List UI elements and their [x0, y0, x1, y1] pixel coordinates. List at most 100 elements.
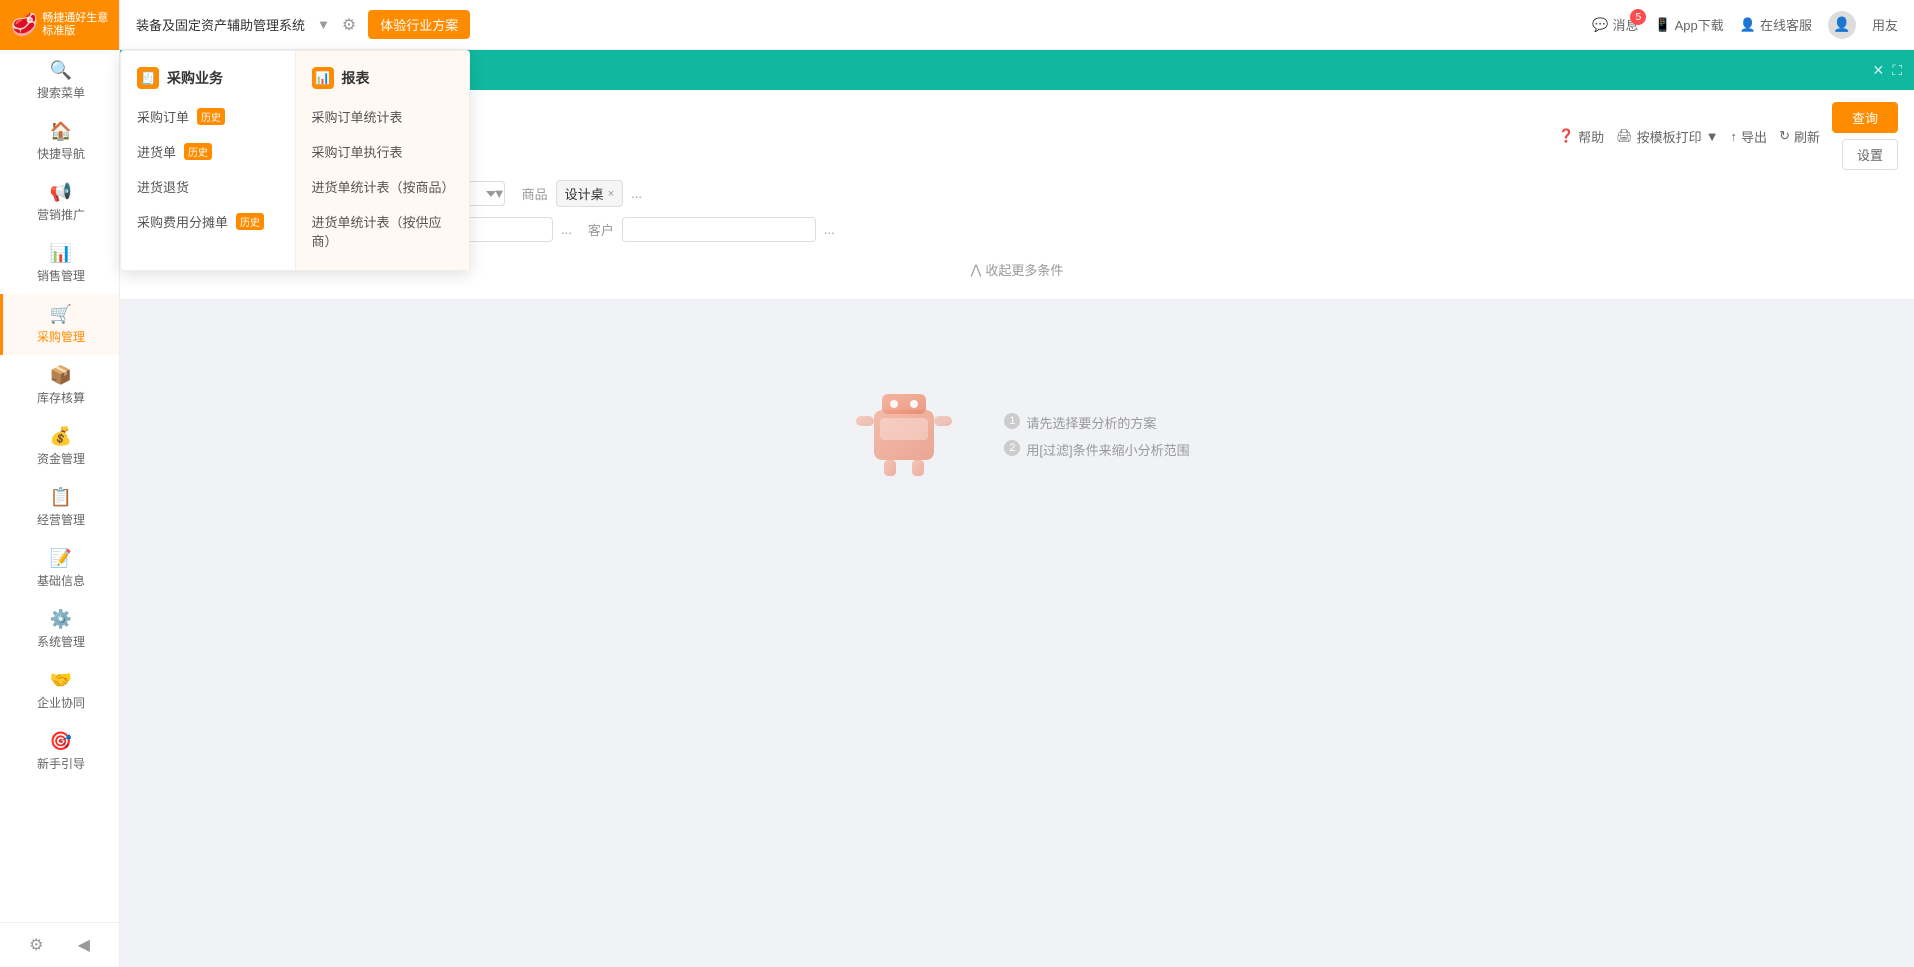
print-icon: 🖨: [1616, 128, 1633, 144]
purchase-receipt-history-badge: 历史: [184, 143, 212, 160]
dropdown-purchase-header: 🧾 采购业务: [121, 63, 295, 99]
sidebar-settings-btn[interactable]: ⚙: [29, 935, 43, 955]
purchase-expense-label: 采购费用分摊单: [137, 212, 228, 231]
goods-tag: 设计桌 ×: [556, 180, 623, 207]
dropdown-item-purchase-return[interactable]: 进货退货: [121, 169, 295, 204]
sidebar-icon-enterprise: 🤝: [50, 670, 72, 691]
logo-line1: 畅捷通好生意: [42, 12, 108, 25]
logo-icon: 🥩: [11, 12, 38, 38]
dropdown-report-header: 📊 报表: [296, 63, 470, 99]
help-label: 帮助: [1578, 127, 1604, 146]
customer-group: 客户 ...: [588, 217, 835, 242]
sidebar-icon-newbie: 🎯: [50, 731, 72, 752]
sidebar-label-system: 系统管理: [37, 633, 85, 650]
topbar-right: 💬 消息 5 📱 App下载 👤 在线客服 👤 用友: [1592, 11, 1898, 39]
help-btn[interactable]: ❓ 帮助: [1558, 127, 1604, 146]
empty-tip-1-text: 请先选择要分析的方案: [1026, 413, 1156, 432]
purchase-order-label: 采购订单: [137, 107, 189, 126]
export-label: 导出: [1741, 127, 1767, 146]
sidebar-item-marketing[interactable]: 📢 营销推广: [0, 172, 119, 233]
sidebar-item-sales[interactable]: 📊 销售管理: [0, 233, 119, 294]
tab-window-controls: ✕ ⛶: [1872, 62, 1914, 79]
query-btn[interactable]: 查询: [1832, 102, 1898, 133]
sidebar-item-operation[interactable]: 📋 经营管理: [0, 477, 119, 538]
dropdown-item-receipt-stats-goods[interactable]: 进货单统计表（按商品）: [296, 169, 470, 204]
salesman-more-btn[interactable]: ...: [561, 222, 572, 237]
purchase-order-history-badge: 历史: [197, 108, 225, 125]
collapse-label: 收起更多条件: [985, 260, 1063, 279]
purchase-header-icon: 🧾: [137, 67, 159, 89]
purchase-receipt-label: 进货单: [137, 142, 176, 161]
online-service-btn[interactable]: 👤 在线客服: [1740, 15, 1812, 34]
sidebar-label-search: 搜索菜单: [37, 84, 85, 101]
sidebar-item-purchase[interactable]: 🛒 采购管理: [0, 294, 119, 355]
order-stats-label: 采购订单统计表: [312, 107, 403, 126]
export-icon: ↑: [1731, 129, 1738, 144]
goods-tag-close[interactable]: ×: [608, 188, 614, 200]
dropdown-item-order-exec[interactable]: 采购订单执行表: [296, 134, 470, 169]
export-btn[interactable]: ↑ 导出: [1731, 127, 1768, 146]
app-logo: 🥩 畅捷通好生意 标准版: [0, 0, 119, 50]
app-download-btn[interactable]: 📱 App下载: [1654, 15, 1723, 34]
app-download-label: App下载: [1675, 15, 1724, 34]
topbar-gear-icon[interactable]: ⚙: [342, 15, 356, 35]
report-section-title: 报表: [342, 68, 370, 88]
sidebar-item-search[interactable]: 🔍 搜索菜单: [0, 50, 119, 111]
filter-actions: 查询 设置: [1832, 102, 1898, 170]
empty-tip-1: 1 请先选择要分析的方案: [1004, 413, 1189, 432]
sidebar-label-finance: 资金管理: [37, 450, 85, 467]
sidebar-item-finance[interactable]: 💰 资金管理: [0, 416, 119, 477]
empty-illustration: [844, 380, 964, 480]
tab-close-window-btn[interactable]: ✕: [1872, 62, 1884, 79]
dropdown-menu: 🧾 采购业务 采购订单 历史 进货单 历史 进货退货 采购费用分摊单 历史 📊 …: [120, 50, 470, 271]
message-btn[interactable]: 💬 消息 5: [1592, 15, 1638, 34]
phone-icon: 📱: [1654, 17, 1670, 33]
message-icon: 💬: [1592, 17, 1608, 33]
tab-maximize-btn[interactable]: ⛶: [1892, 62, 1902, 79]
dropdown-item-purchase-expense[interactable]: 采购费用分摊单 历史: [121, 204, 295, 239]
sidebar-item-inventory[interactable]: 📦 库存核算: [0, 355, 119, 416]
avatar-icon: 👤: [1828, 11, 1856, 39]
sidebar-label-operation: 经营管理: [37, 511, 85, 528]
refresh-btn[interactable]: ↻ 刷新: [1779, 127, 1820, 146]
sidebar: 🥩 畅捷通好生意 标准版 🔍 搜索菜单 🏠 快捷导航 📢 营销推广 📊 销售管理…: [0, 0, 120, 967]
order-exec-label: 采购订单执行表: [312, 142, 403, 161]
receipt-stats-supplier-label: 进货单统计表（按供应商）: [312, 212, 454, 250]
user-label: 用友: [1872, 15, 1898, 34]
print-btn[interactable]: 🖨 按模板打印 ▼: [1616, 127, 1718, 146]
sidebar-icon-basic: 📝: [50, 548, 72, 569]
sidebar-icon-inventory: 📦: [50, 365, 72, 386]
goods-more-btn[interactable]: ...: [631, 186, 642, 201]
system-title-dropdown[interactable]: ▼: [317, 17, 330, 32]
sidebar-item-quick[interactable]: 🏠 快捷导航: [0, 111, 119, 172]
print-dropdown-icon[interactable]: ▼: [1706, 129, 1719, 144]
sidebar-icon-system: ⚙️: [50, 609, 72, 630]
empty-tip-2-text: 用[过滤]条件来缩小分析范围: [1026, 440, 1189, 459]
sidebar-collapse-btn[interactable]: ◀: [78, 935, 90, 955]
customer-more-btn[interactable]: ...: [824, 222, 835, 237]
sidebar-icon-operation: 📋: [50, 487, 72, 508]
sidebar-icon-search: 🔍: [50, 60, 72, 81]
customer-label: 客户: [588, 220, 614, 239]
dropdown-item-purchase-receipt[interactable]: 进货单 历史: [121, 134, 295, 169]
sidebar-item-basic[interactable]: 📝 基础信息: [0, 538, 119, 599]
industry-btn[interactable]: 体验行业方案: [368, 10, 470, 39]
dropdown-item-receipt-stats-supplier[interactable]: 进货单统计表（按供应商）: [296, 204, 470, 258]
dropdown-item-order-stats[interactable]: 采购订单统计表: [296, 99, 470, 134]
user-avatar[interactable]: 👤: [1828, 11, 1856, 39]
collapse-icon: ⋀: [971, 262, 982, 278]
sidebar-item-enterprise[interactable]: 🤝 企业协同: [0, 660, 119, 721]
goods-group: 商品 设计桌 × ...: [522, 180, 642, 207]
customer-input[interactable]: [622, 217, 816, 242]
purchase-return-label: 进货退货: [137, 177, 189, 196]
sidebar-icon-marketing: 📢: [50, 182, 72, 203]
goods-tag-value: 设计桌: [565, 184, 604, 203]
sidebar-item-newbie[interactable]: 🎯 新手引导: [0, 721, 119, 782]
sidebar-icon-finance: 💰: [50, 426, 72, 447]
sidebar-item-system[interactable]: ⚙️ 系统管理: [0, 599, 119, 660]
settings-btn[interactable]: 设置: [1842, 139, 1898, 170]
sidebar-label-quick: 快捷导航: [37, 145, 85, 162]
sidebar-icon-purchase: 🛒: [50, 304, 72, 325]
dropdown-item-purchase-order[interactable]: 采购订单 历史: [121, 99, 295, 134]
empty-tip-2: 2 用[过滤]条件来缩小分析范围: [1004, 440, 1189, 459]
